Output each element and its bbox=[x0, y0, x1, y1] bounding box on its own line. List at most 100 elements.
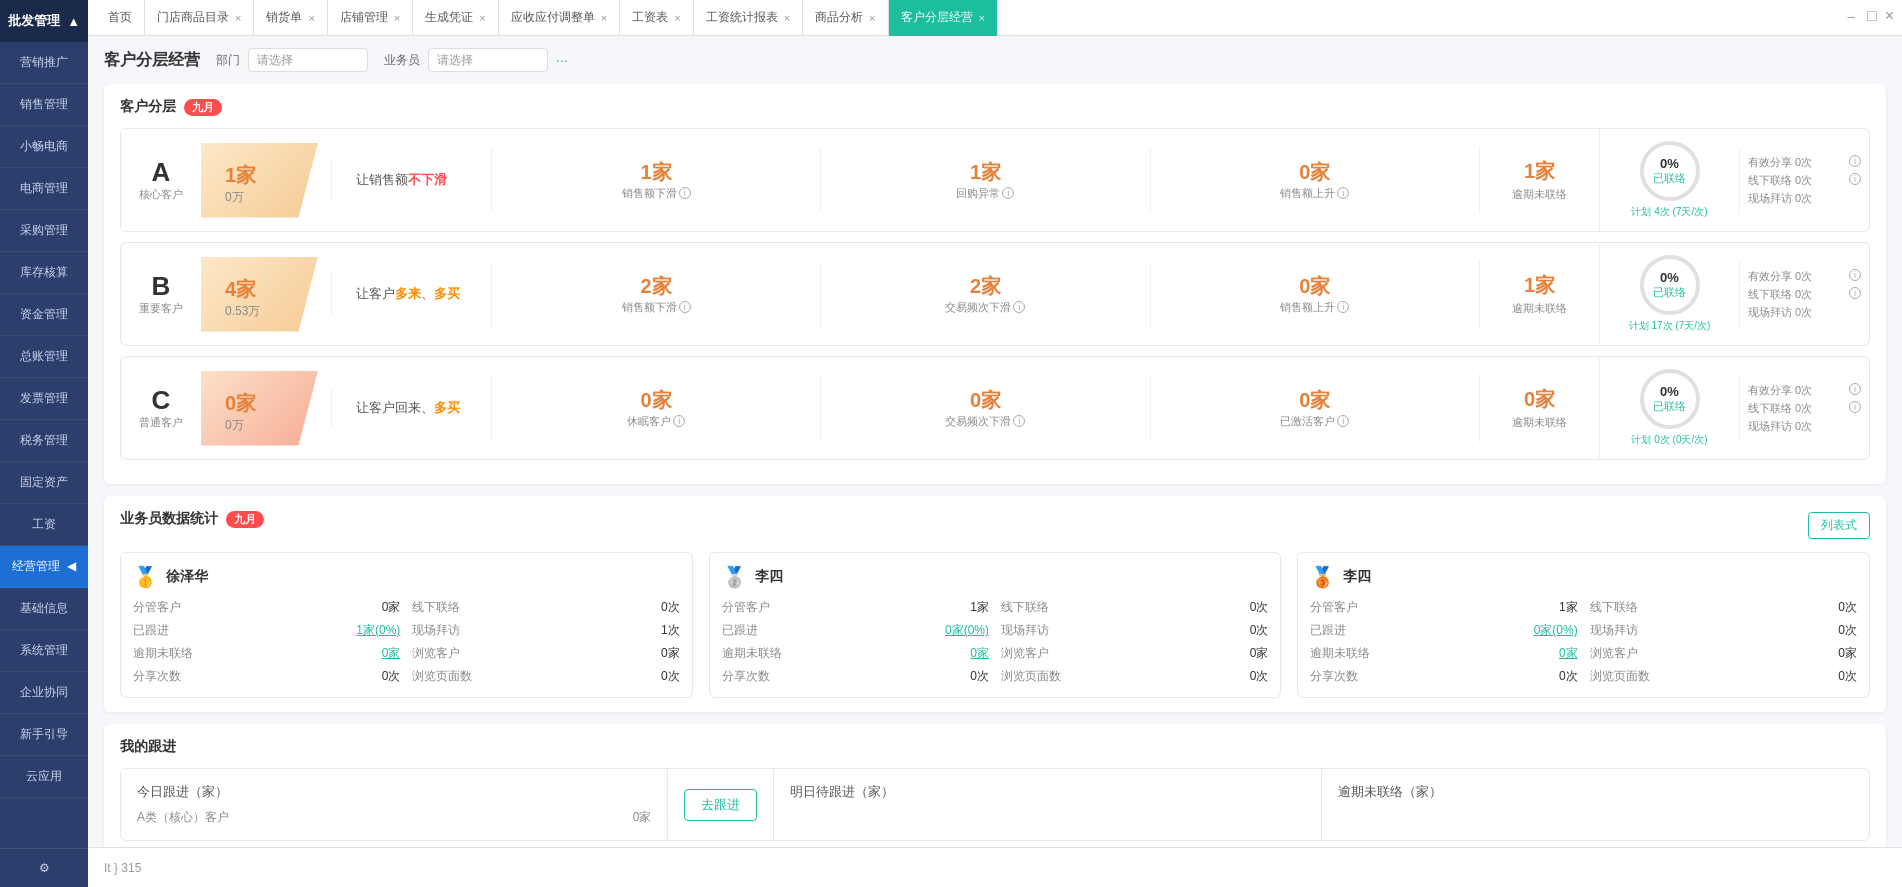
tab-close-icon[interactable]: × bbox=[601, 12, 607, 24]
stat-c-1-label: 交易频次下滑 i bbox=[829, 414, 1141, 429]
info-icon[interactable]: i bbox=[1849, 155, 1861, 167]
info-icon[interactable]: i bbox=[1849, 287, 1861, 299]
tab-close-icon[interactable]: × bbox=[784, 12, 790, 24]
medal-bronze-icon: 🥉 bbox=[1310, 565, 1335, 589]
info-icon[interactable]: i bbox=[1013, 415, 1025, 427]
sidebar-item-guide[interactable]: 新手引导 bbox=[0, 714, 88, 756]
staff-stat-row: 浏览页面数 0次 bbox=[1001, 668, 1268, 685]
tier-c-plan: 计划 0次 (0天/次) bbox=[1631, 433, 1707, 447]
stat-b-0-count: 2家 bbox=[500, 274, 812, 298]
content-area: 客户分层经营 部门 请选择 业务员 请选择 ··· 客户分层 九月 bbox=[88, 36, 1902, 847]
sidebar-item-ecommerce-small[interactable]: 小畅电商 bbox=[0, 126, 88, 168]
maximize-icon[interactable]: □ bbox=[1867, 7, 1877, 28]
tab-close-icon[interactable]: × bbox=[394, 12, 400, 24]
tab-close-icon[interactable]: × bbox=[308, 12, 314, 24]
biz-stats-section: 业务员数据统计 九月 列表式 🥇 徐泽华 分管客户 0家 bbox=[104, 496, 1886, 712]
tab-close-icon[interactable]: × bbox=[479, 12, 485, 24]
tab-bar: 首页 门店商品目录 × 销货单 × 店铺管理 × 生成凭证 × 应收应付调整单 … bbox=[88, 0, 1902, 36]
info-icon[interactable]: i bbox=[1337, 187, 1349, 199]
sidebar-item-finance[interactable]: 资金管理 bbox=[0, 294, 88, 336]
info-icon[interactable]: i bbox=[1337, 301, 1349, 313]
tab-home[interactable]: 首页 bbox=[96, 0, 145, 36]
sidebar-collapse-icon[interactable]: ▲ bbox=[67, 14, 80, 29]
tab-close-icon[interactable]: × bbox=[235, 12, 241, 24]
stat-a-0-label: 销售额下滑 i bbox=[500, 186, 812, 201]
tier-b-action-1: 线下联络 0次 i bbox=[1748, 287, 1861, 302]
sidebar-item-tax[interactable]: 税务管理 bbox=[0, 420, 88, 462]
info-icon[interactable]: i bbox=[1849, 383, 1861, 395]
sidebar-item-management[interactable]: 经营管理 ◀ bbox=[0, 546, 88, 588]
biz-stats-header: 业务员数据统计 九月 列表式 bbox=[120, 510, 1870, 540]
sidebar-item-label: 发票管理 bbox=[20, 391, 68, 405]
biz-month-badge: 九月 bbox=[226, 511, 264, 528]
tier-b-stats: 2家 销售额下滑 i 2家 交易频次下滑 i 0 bbox=[491, 262, 1479, 327]
sidebar-item-label: 采购管理 bbox=[20, 223, 68, 237]
sidebar-item-system[interactable]: 系统管理 bbox=[0, 630, 88, 672]
sidebar-item-collaboration[interactable]: 企业协同 bbox=[0, 672, 88, 714]
tier-b-count-block: 4家 0.53万 bbox=[201, 257, 331, 332]
tier-a-highlight: 不下滑 bbox=[408, 172, 447, 187]
info-icon[interactable]: i bbox=[1849, 269, 1861, 281]
dept-select[interactable]: 请选择 bbox=[248, 48, 368, 72]
tab-product-analysis[interactable]: 商品分析 × bbox=[803, 0, 888, 36]
sidebar-item-invoice[interactable]: 发票管理 bbox=[0, 378, 88, 420]
tab-voucher[interactable]: 生成凭证 × bbox=[413, 0, 498, 36]
tab-sales-order[interactable]: 销货单 × bbox=[254, 0, 327, 36]
sidebar-item-purchase[interactable]: 采购管理 bbox=[0, 210, 88, 252]
followup-col-today-title: 今日跟进（家） bbox=[137, 783, 651, 801]
sidebar-item-payroll[interactable]: 工资 bbox=[0, 504, 88, 546]
staff-stat-row: 线下联络 0次 bbox=[1001, 599, 1268, 616]
stat-b-1-count: 2家 bbox=[829, 274, 1141, 298]
minimize-icon[interactable]: － bbox=[1843, 7, 1859, 28]
tab-receivable-adjust[interactable]: 应收应付调整单 × bbox=[499, 0, 620, 36]
sidebar-item-cloud[interactable]: 云应用 bbox=[0, 756, 88, 798]
sales-select[interactable]: 请选择 bbox=[428, 48, 548, 72]
stat-a-1-label: 回购异常 i bbox=[829, 186, 1141, 201]
followup-col-today: 今日跟进（家） A类（核心）客户 0家 bbox=[121, 769, 668, 840]
tier-b-action-2: 现场拜访 0次 bbox=[1748, 305, 1861, 320]
info-icon[interactable]: i bbox=[1849, 173, 1861, 185]
settings-gear-icon[interactable]: ⚙ bbox=[0, 848, 88, 887]
sidebar-item-ecommerce[interactable]: 电商管理 bbox=[0, 168, 88, 210]
tier-c-stats: 0家 休眠客户 i 0家 交易频次下滑 i 0家 bbox=[491, 376, 1479, 441]
stat-c-2: 0家 已激活客户 i bbox=[1151, 376, 1479, 441]
biz-stats-title: 业务员数据统计 九月 bbox=[120, 510, 264, 528]
followup-section: 我的跟进 今日跟进（家） A类（核心）客户 0家 去跟进 明日待跟进（家） 逾期… bbox=[104, 724, 1886, 847]
tab-close-icon[interactable]: × bbox=[869, 12, 875, 24]
list-view-button[interactable]: 列表式 bbox=[1808, 512, 1870, 539]
sidebar-item-sales[interactable]: 销售管理 bbox=[0, 84, 88, 126]
info-icon[interactable]: i bbox=[1849, 401, 1861, 413]
tab-store-manage[interactable]: 店铺管理 × bbox=[328, 0, 413, 36]
tier-a-action-1: 线下联络 0次 i bbox=[1748, 173, 1861, 188]
tab-store-products[interactable]: 门店商品目录 × bbox=[145, 0, 254, 36]
sidebar-item-assets[interactable]: 固定资产 bbox=[0, 462, 88, 504]
tab-close-icon[interactable]: × bbox=[979, 12, 985, 24]
sidebar-item-label: 营销推广 bbox=[20, 55, 68, 69]
sidebar-item-marketing[interactable]: 营销推广 bbox=[0, 42, 88, 84]
sidebar-item-ledger[interactable]: 总账管理 bbox=[0, 336, 88, 378]
tier-b-overdue-count: 1家 bbox=[1488, 272, 1591, 299]
info-icon[interactable]: i bbox=[679, 187, 691, 199]
page-header: 客户分层经营 部门 请选择 业务员 请选择 ··· bbox=[104, 48, 1886, 72]
tab-payroll-report[interactable]: 工资统计报表 × bbox=[694, 0, 803, 36]
sidebar-header[interactable]: 批发管理 ▲ bbox=[0, 0, 88, 42]
info-icon[interactable]: i bbox=[679, 301, 691, 313]
info-icon[interactable]: i bbox=[1013, 301, 1025, 313]
tab-payroll[interactable]: 工资表 × bbox=[620, 0, 693, 36]
staff-stat-row: 浏览页面数 0次 bbox=[412, 668, 679, 685]
info-icon[interactable]: i bbox=[1002, 187, 1014, 199]
info-icon[interactable]: i bbox=[1337, 415, 1349, 427]
staff-stat-row: 分享次数 0次 bbox=[722, 668, 989, 685]
close-window-icon[interactable]: × bbox=[1885, 7, 1894, 28]
tier-a-plan: 计划 4次 (7天/次) bbox=[1631, 205, 1707, 219]
staff-name-1: 李四 bbox=[755, 568, 783, 586]
tab-customer-tier[interactable]: 客户分层经营 × bbox=[889, 0, 998, 36]
more-filter-icon[interactable]: ··· bbox=[556, 52, 568, 68]
sidebar-item-basic[interactable]: 基础信息 bbox=[0, 588, 88, 630]
tab-close-icon[interactable]: × bbox=[674, 12, 680, 24]
goto-followup-button[interactable]: 去跟进 bbox=[684, 789, 757, 821]
month-badge: 九月 bbox=[184, 99, 222, 116]
sidebar-item-inventory[interactable]: 库存核算 bbox=[0, 252, 88, 294]
info-icon[interactable]: i bbox=[673, 415, 685, 427]
tier-a-pct-label: 已联络 bbox=[1653, 171, 1686, 186]
